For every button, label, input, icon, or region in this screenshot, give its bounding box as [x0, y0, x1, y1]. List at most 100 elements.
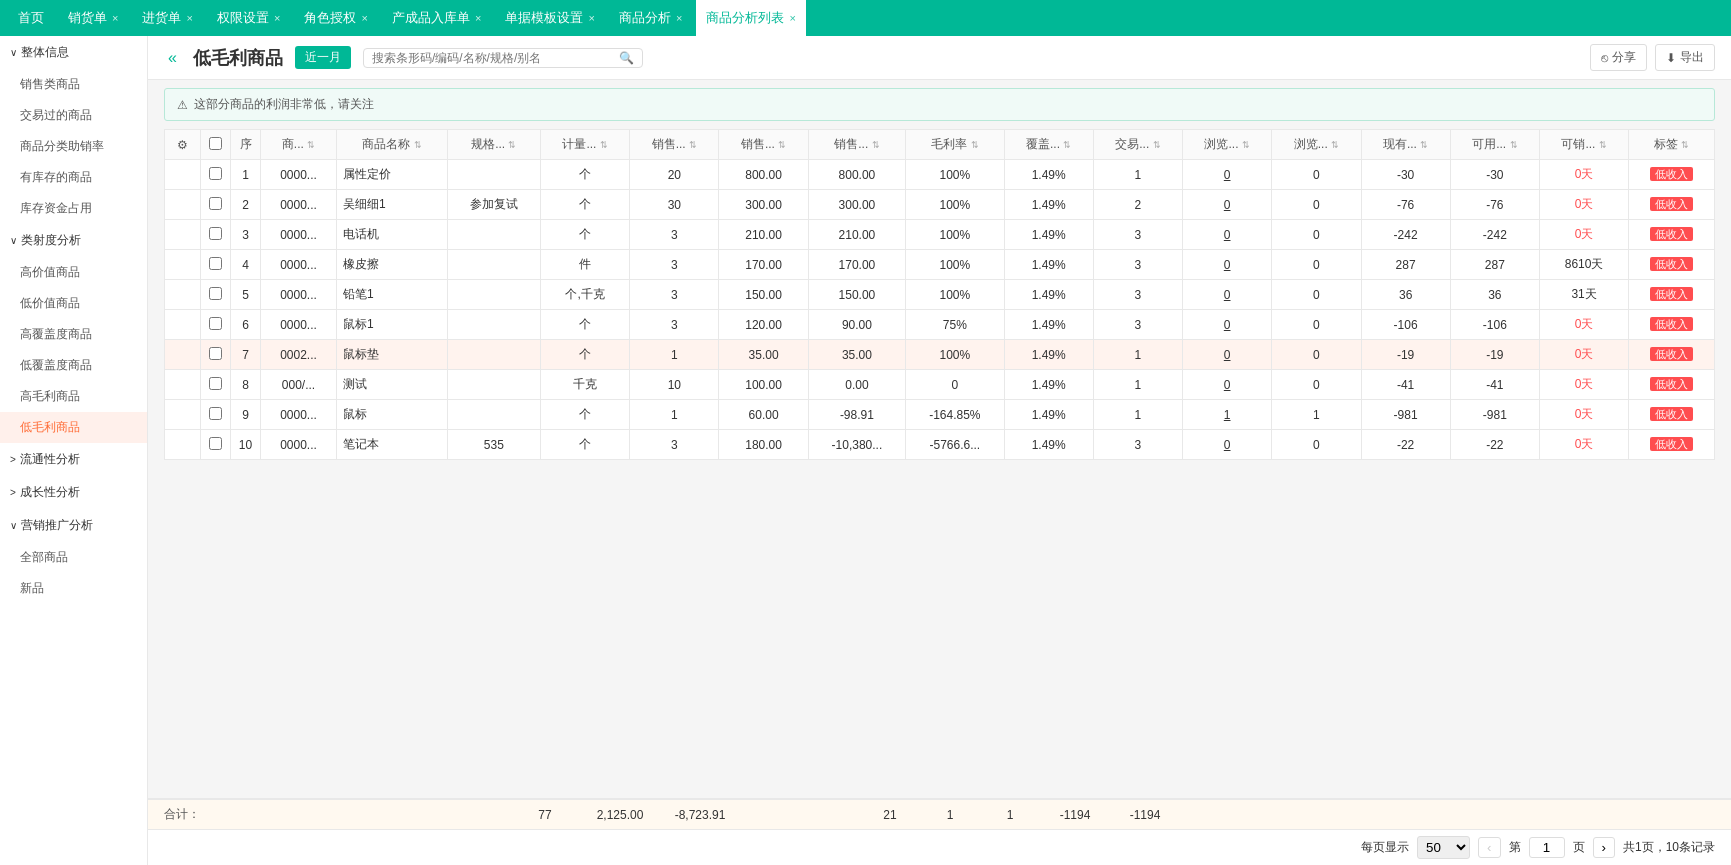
sidebar-group-marketing[interactable]: ∨ 营销推广分析 [0, 509, 147, 542]
prev-page-btn[interactable]: ‹ [1478, 837, 1500, 858]
sidebar-item-low-value[interactable]: 低价值商品 [0, 288, 147, 319]
browse1-link[interactable]: 1 [1224, 408, 1231, 422]
sidebar-group-overall[interactable]: ∨ 整体信息 [0, 36, 147, 69]
col-stock-sale[interactable]: 可销... ⇅ [1539, 130, 1628, 160]
nav-roles[interactable]: 角色授权 × [294, 0, 377, 36]
col-name[interactable]: 商品名称 ⇅ [337, 130, 448, 160]
col-tag[interactable]: 标签 ⇅ [1629, 130, 1715, 160]
nav-products[interactable]: 产成品入库单 × [382, 0, 491, 36]
row-checkbox[interactable] [209, 167, 222, 180]
sidebar-item-low-profit[interactable]: 低毛利商品 [0, 412, 147, 443]
nav-permissions[interactable]: 权限设置 × [207, 0, 290, 36]
row-browse1[interactable]: 0 [1183, 250, 1272, 280]
col-stock-current[interactable]: 现有... ⇅ [1361, 130, 1450, 160]
col-sale-profit[interactable]: 销售... ⇅ [808, 130, 905, 160]
sidebar-item-high-profit[interactable]: 高毛利商品 [0, 381, 147, 412]
sidebar-group-category[interactable]: ∨ 类射度分析 [0, 224, 147, 257]
browse1-link[interactable]: 0 [1224, 378, 1231, 392]
col-browse2[interactable]: 浏览... ⇅ [1272, 130, 1361, 160]
row-browse1[interactable]: 0 [1183, 220, 1272, 250]
browse1-link[interactable]: 0 [1224, 198, 1231, 212]
row-browse1[interactable]: 0 [1183, 280, 1272, 310]
sidebar-item-stocked-products[interactable]: 有库存的商品 [0, 162, 147, 193]
col-stock-available[interactable]: 可用... ⇅ [1450, 130, 1539, 160]
search-icon[interactable]: 🔍 [619, 51, 634, 65]
row-browse1[interactable]: 0 [1183, 370, 1272, 400]
row-checkbox-cell[interactable] [201, 250, 231, 280]
row-checkbox[interactable] [209, 317, 222, 330]
browse1-link[interactable]: 0 [1224, 258, 1231, 272]
sidebar-group-flow[interactable]: > 流通性分析 [0, 443, 147, 476]
col-coverage[interactable]: 覆盖... ⇅ [1004, 130, 1093, 160]
search-input[interactable] [372, 51, 619, 65]
nav-close-products[interactable]: × [472, 12, 481, 24]
share-button[interactable]: ⎋ 分享 [1590, 44, 1647, 71]
sidebar-item-all-products[interactable]: 全部商品 [0, 542, 147, 573]
row-browse1[interactable]: 0 [1183, 430, 1272, 460]
row-checkbox-cell[interactable] [201, 280, 231, 310]
row-checkbox[interactable] [209, 287, 222, 300]
browse1-link[interactable]: 0 [1224, 318, 1231, 332]
sidebar-item-category-rate[interactable]: 商品分类助销率 [0, 131, 147, 162]
row-checkbox[interactable] [209, 257, 222, 270]
sidebar-item-new-products[interactable]: 新品 [0, 573, 147, 604]
row-checkbox[interactable] [209, 347, 222, 360]
col-spec[interactable]: 规格... ⇅ [447, 130, 540, 160]
row-checkbox-cell[interactable] [201, 220, 231, 250]
nav-close-templates[interactable]: × [585, 12, 594, 24]
row-browse1[interactable]: 0 [1183, 160, 1272, 190]
nav-analysis-list[interactable]: 商品分析列表 × [696, 0, 805, 36]
nav-close-purchase[interactable]: × [183, 12, 192, 24]
nav-close-roles[interactable]: × [358, 12, 367, 24]
browse1-link[interactable]: 0 [1224, 438, 1231, 452]
browse1-link[interactable]: 0 [1224, 168, 1231, 182]
export-button[interactable]: ⬇ 导出 [1655, 44, 1715, 71]
row-checkbox-cell[interactable] [201, 430, 231, 460]
browse1-link[interactable]: 0 [1224, 288, 1231, 302]
row-browse1[interactable]: 0 [1183, 310, 1272, 340]
sidebar-item-capital-usage[interactable]: 库存资金占用 [0, 193, 147, 224]
row-checkbox[interactable] [209, 227, 222, 240]
row-browse1[interactable]: 1 [1183, 400, 1272, 430]
col-checkbox[interactable] [201, 130, 231, 160]
period-button[interactable]: 近一月 [295, 46, 351, 69]
row-checkbox-cell[interactable] [201, 370, 231, 400]
next-page-btn[interactable]: › [1593, 837, 1615, 858]
nav-close-sales[interactable]: × [109, 12, 118, 24]
sidebar-item-high-value[interactable]: 高价值商品 [0, 257, 147, 288]
per-page-select[interactable]: 50 100 200 [1417, 836, 1470, 859]
row-checkbox[interactable] [209, 197, 222, 210]
row-checkbox-cell[interactable] [201, 400, 231, 430]
nav-home[interactable]: 首页 [8, 0, 54, 36]
row-checkbox[interactable] [209, 407, 222, 420]
sidebar-group-growth[interactable]: > 成长性分析 [0, 476, 147, 509]
nav-sales[interactable]: 销货单 × [58, 0, 128, 36]
row-checkbox-cell[interactable] [201, 160, 231, 190]
col-gross-margin[interactable]: 毛利率 ⇅ [906, 130, 1004, 160]
col-sale-price[interactable]: 销售... ⇅ [719, 130, 808, 160]
nav-purchase[interactable]: 进货单 × [132, 0, 202, 36]
row-checkbox[interactable] [209, 437, 222, 450]
nav-close-permissions[interactable]: × [271, 12, 280, 24]
col-unit[interactable]: 计量... ⇅ [540, 130, 629, 160]
select-all-checkbox[interactable] [209, 137, 222, 150]
col-trade[interactable]: 交易... ⇅ [1093, 130, 1182, 160]
sidebar-item-low-coverage[interactable]: 低覆盖度商品 [0, 350, 147, 381]
col-sale-qty[interactable]: 销售... ⇅ [630, 130, 719, 160]
nav-analysis[interactable]: 商品分析 × [609, 0, 692, 36]
row-checkbox-cell[interactable] [201, 340, 231, 370]
row-checkbox-cell[interactable] [201, 190, 231, 220]
sidebar-item-sales-products[interactable]: 销售类商品 [0, 69, 147, 100]
browse1-link[interactable]: 0 [1224, 348, 1231, 362]
sidebar-item-high-coverage[interactable]: 高覆盖度商品 [0, 319, 147, 350]
row-checkbox-cell[interactable] [201, 310, 231, 340]
page-input[interactable] [1529, 837, 1565, 858]
sidebar-item-traded-products[interactable]: 交易过的商品 [0, 100, 147, 131]
nav-close-analysis[interactable]: × [673, 12, 682, 24]
col-browse1[interactable]: 浏览... ⇅ [1183, 130, 1272, 160]
row-checkbox[interactable] [209, 377, 222, 390]
browse1-link[interactable]: 0 [1224, 228, 1231, 242]
row-browse1[interactable]: 0 [1183, 340, 1272, 370]
row-browse1[interactable]: 0 [1183, 190, 1272, 220]
col-code[interactable]: 商... ⇅ [261, 130, 337, 160]
